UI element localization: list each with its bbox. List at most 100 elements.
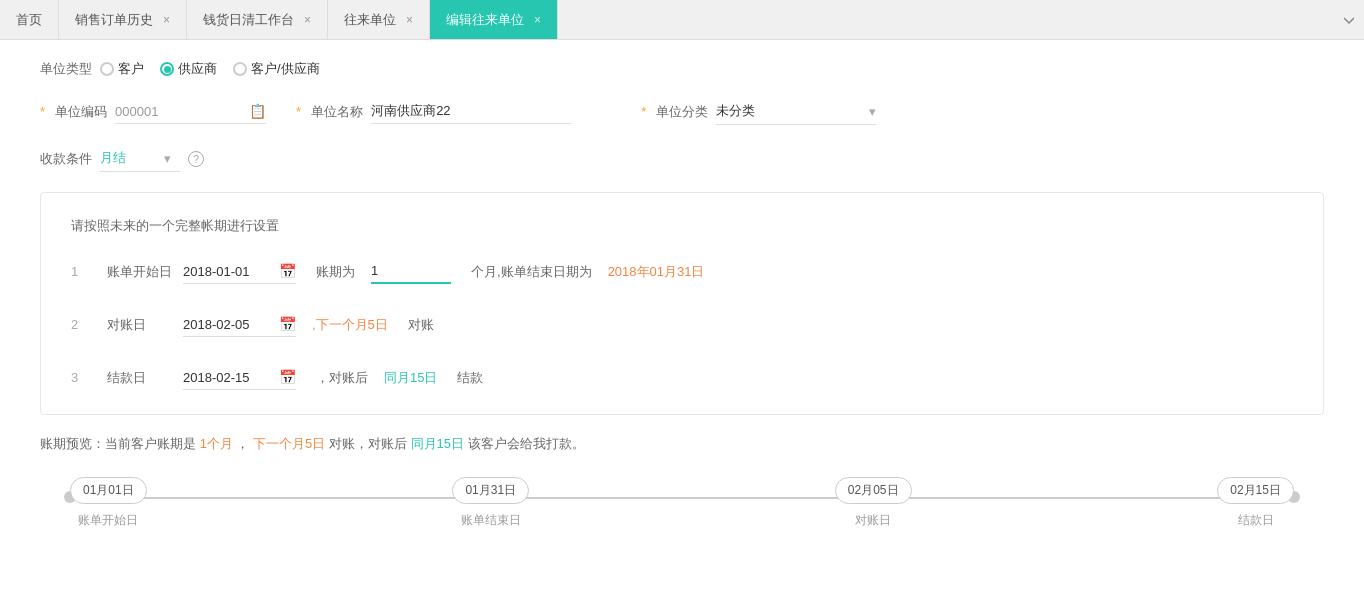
tab-cash-work[interactable]: 钱货日清工作台 × xyxy=(187,0,328,39)
radio-both-label: 客户/供应商 xyxy=(251,60,320,78)
radio-customer-label: 客户 xyxy=(118,60,144,78)
timeline-point-2: 01月31日 账单结束日 xyxy=(452,477,529,529)
timeline-label-3: 对账日 xyxy=(855,512,891,529)
row-2-date-wrap: 📅 xyxy=(183,312,296,337)
preview-section: 账期预览：当前客户账期是 1个月 ， 下一个月5日 对账，对账后 同月15日 该… xyxy=(40,435,1324,453)
settings-title: 请按照未来的一个完整帐期进行设置 xyxy=(71,217,1293,235)
row-num-1: 1 xyxy=(71,264,91,279)
unit-code-input[interactable] xyxy=(115,104,245,119)
radio-supplier-circle xyxy=(160,62,174,76)
row-1-date-wrap: 📅 xyxy=(183,259,296,284)
tab-edit-partner[interactable]: 编辑往来单位 × xyxy=(430,0,558,39)
timeline-container: 01月01日 账单开始日 01月31日 账单结束日 02月05日 对账日 02月… xyxy=(40,477,1324,529)
timeline-badge-1: 01月01日 xyxy=(70,477,147,504)
unit-name-group: * 单位名称 xyxy=(296,100,571,124)
unit-code-icon[interactable]: 📋 xyxy=(249,103,266,119)
row-3-suffix-normal: ，对账后 xyxy=(316,369,368,387)
unit-type-group: 单位类型 客户 供应商 客户/供应商 xyxy=(40,60,320,78)
payment-terms-select[interactable]: 月结 ▾ xyxy=(100,145,180,172)
tab-edit-partner-label: 编辑往来单位 xyxy=(446,11,524,29)
tab-bar: 首页 销售订单历史 × 钱货日清工作台 × 往来单位 × 编辑往来单位 × xyxy=(0,0,1364,40)
timeline-badge-3: 02月05日 xyxy=(835,477,912,504)
tab-sales-history-close[interactable]: × xyxy=(163,13,170,27)
unit-category-value: 未分类 xyxy=(716,102,776,120)
radio-both-circle xyxy=(233,62,247,76)
row-1-end-highlight: 2018年01月31日 xyxy=(608,263,705,281)
timeline-point-1: 01月01日 账单开始日 xyxy=(70,477,147,529)
timeline-label-4: 结款日 xyxy=(1238,512,1274,529)
row-label-3: 结款日 xyxy=(107,369,167,387)
row-3-calendar-icon[interactable]: 📅 xyxy=(279,369,296,385)
unit-category-star: * xyxy=(641,104,646,119)
row-2-date-input[interactable] xyxy=(183,317,273,332)
row-2-suffix-normal: 对账 xyxy=(408,316,434,334)
preview-suffix: 该客户会给我打款。 xyxy=(468,436,585,451)
tab-partner-unit[interactable]: 往来单位 × xyxy=(328,0,430,39)
preview-mid2: 对账，对账后 xyxy=(329,436,407,451)
radio-supplier-label: 供应商 xyxy=(178,60,217,78)
unit-code-label: 单位编码 xyxy=(55,103,107,121)
setting-row-2: 2 对账日 📅 ,下一个月5日 对账 xyxy=(71,312,1293,337)
preview-period: 1个月 xyxy=(200,436,233,451)
radio-both[interactable]: 客户/供应商 xyxy=(233,60,320,78)
preview-payment: 同月15日 xyxy=(411,436,464,451)
radio-supplier[interactable]: 供应商 xyxy=(160,60,217,78)
page-content: 单位类型 客户 供应商 客户/供应商 * 单位编码 xyxy=(0,40,1364,608)
radio-customer[interactable]: 客户 xyxy=(100,60,144,78)
tab-cash-work-close[interactable]: × xyxy=(304,13,311,27)
row-2-calendar-icon[interactable]: 📅 xyxy=(279,316,296,332)
row-1-period-unit: 个月,账单结束日期为 xyxy=(471,263,592,281)
unit-code-input-wrap: 📋 xyxy=(115,99,266,124)
row-3-date-wrap: 📅 xyxy=(183,365,296,390)
unit-info-row: * 单位编码 📋 * 单位名称 * 单位分类 未分类 ▾ xyxy=(40,98,1324,125)
unit-code-star: * xyxy=(40,104,45,119)
timeline-badge-2: 01月31日 xyxy=(452,477,529,504)
settings-box: 请按照未来的一个完整帐期进行设置 1 账单开始日 📅 账期为 个月,账单结束日期… xyxy=(40,192,1324,415)
timeline-label-2: 账单结束日 xyxy=(461,512,521,529)
payment-terms-chevron: ▾ xyxy=(164,151,171,166)
preview-reconcile: 下一个月5日 xyxy=(253,436,325,451)
unit-name-star: * xyxy=(296,104,301,119)
unit-category-group: * 单位分类 未分类 ▾ xyxy=(641,98,876,125)
timeline-points: 01月01日 账单开始日 01月31日 账单结束日 02月05日 对账日 02月… xyxy=(70,477,1294,529)
row-3-suffix-teal: 同月15日 xyxy=(384,369,437,387)
unit-category-label: 单位分类 xyxy=(656,103,708,121)
tab-cash-work-label: 钱货日清工作台 xyxy=(203,11,294,29)
row-1-mid-text: 账期为 xyxy=(316,263,355,281)
unit-name-label: 单位名称 xyxy=(311,103,363,121)
tab-home-label: 首页 xyxy=(16,11,42,29)
timeline-line xyxy=(70,497,1294,499)
row-3-date-input[interactable] xyxy=(183,370,273,385)
tab-edit-partner-close[interactable]: × xyxy=(534,13,541,27)
tab-partner-unit-close[interactable]: × xyxy=(406,13,413,27)
radio-customer-circle xyxy=(100,62,114,76)
row-1-date-input[interactable] xyxy=(183,264,273,279)
row-label-1: 账单开始日 xyxy=(107,263,167,281)
payment-terms-group: 收款条件 月结 ▾ ? xyxy=(40,145,204,172)
unit-category-select[interactable]: 未分类 ▾ xyxy=(716,98,876,125)
timeline-badge-4: 02月15日 xyxy=(1217,477,1294,504)
row-num-2: 2 xyxy=(71,317,91,332)
setting-row-3: 3 结款日 📅 ，对账后 同月15日 结款 xyxy=(71,365,1293,390)
tab-sales-history[interactable]: 销售订单历史 × xyxy=(59,0,187,39)
row-1-period-input[interactable] xyxy=(371,259,451,284)
tab-home[interactable]: 首页 xyxy=(0,0,59,39)
timeline-point-3: 02月05日 对账日 xyxy=(835,477,912,529)
row-num-3: 3 xyxy=(71,370,91,385)
row-1-calendar-icon[interactable]: 📅 xyxy=(279,263,296,279)
payment-terms-label: 收款条件 xyxy=(40,150,92,168)
payment-terms-value: 月结 xyxy=(100,149,160,167)
setting-row-1: 1 账单开始日 📅 账期为 个月,账单结束日期为 2018年01月31日 xyxy=(71,259,1293,284)
row-3-suffix-end: 结款 xyxy=(457,369,483,387)
preview-mid1: ， xyxy=(236,436,249,451)
row-label-2: 对账日 xyxy=(107,316,167,334)
tab-partner-unit-label: 往来单位 xyxy=(344,11,396,29)
tab-sales-history-label: 销售订单历史 xyxy=(75,11,153,29)
help-icon[interactable]: ? xyxy=(188,151,204,167)
unit-type-row: 单位类型 客户 供应商 客户/供应商 xyxy=(40,60,1324,78)
preview-prefix: 账期预览：当前客户账期是 xyxy=(40,436,196,451)
timeline-point-4: 02月15日 结款日 xyxy=(1217,477,1294,529)
unit-name-input[interactable] xyxy=(371,100,571,124)
tab-expand-button[interactable] xyxy=(1334,0,1364,39)
unit-code-group: * 单位编码 📋 xyxy=(40,99,266,124)
